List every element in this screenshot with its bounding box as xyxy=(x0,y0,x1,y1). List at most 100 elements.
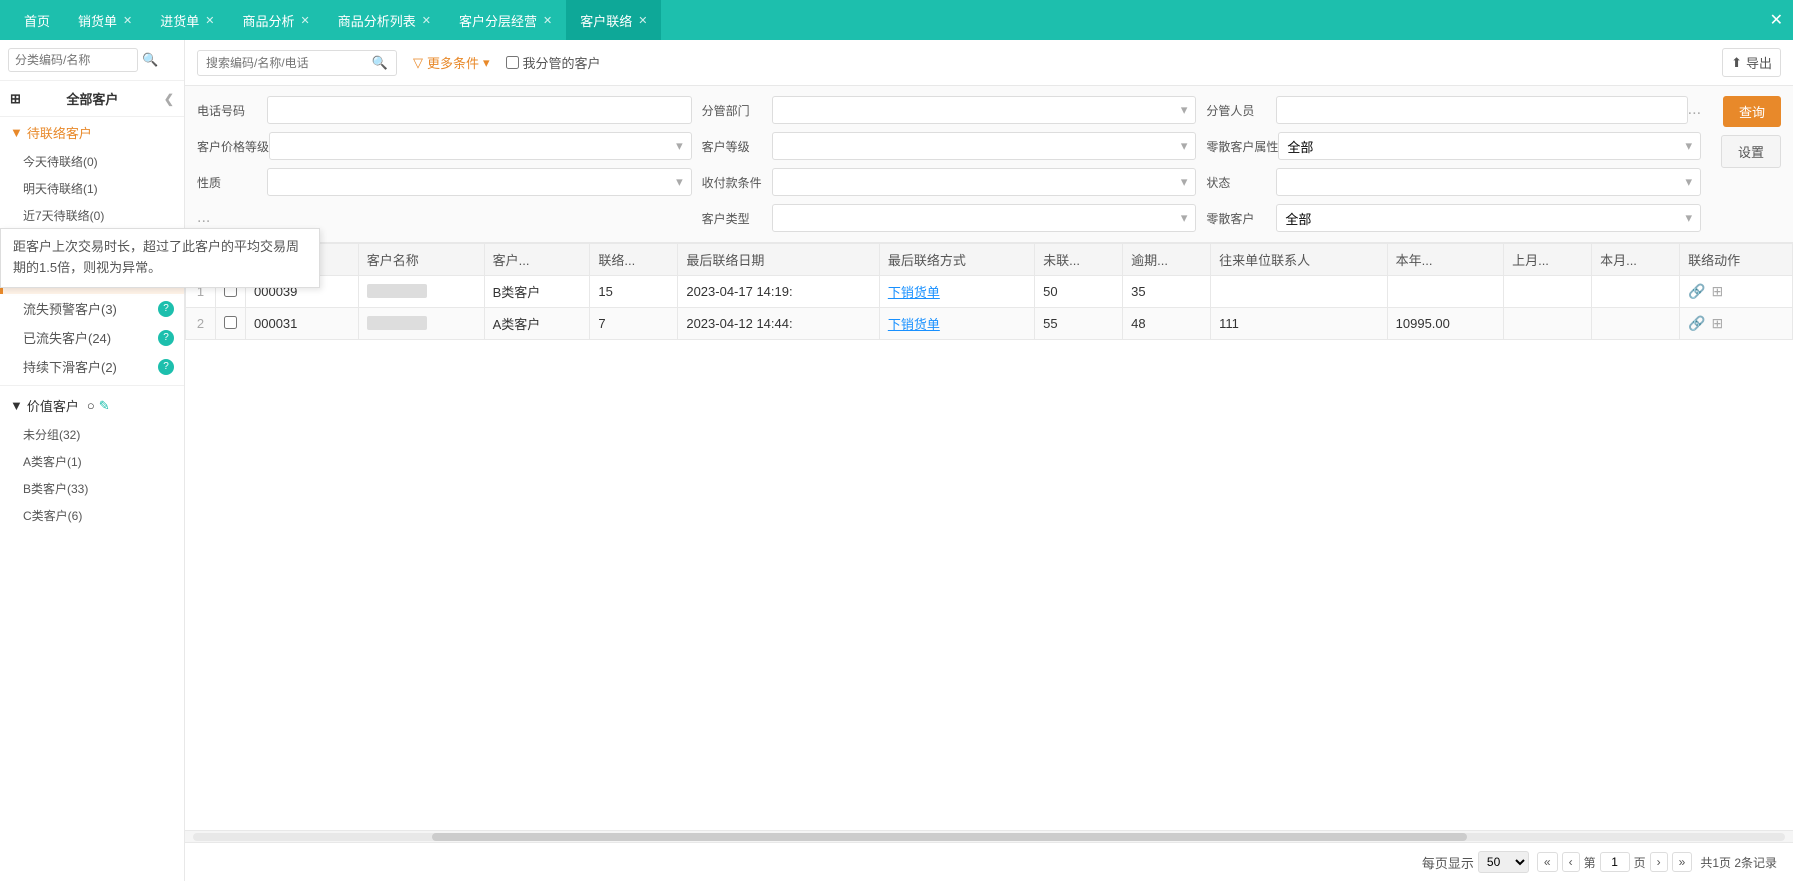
edit-icon[interactable]: ✎ xyxy=(99,398,110,414)
close-product-analysis-icon[interactable]: ✕ xyxy=(301,14,310,27)
customer-type-select[interactable]: ▾ xyxy=(772,204,1197,232)
first-page-button[interactable]: « xyxy=(1537,852,1558,872)
row-method-1[interactable]: 下销货单 xyxy=(879,276,1034,308)
sidebar-item-today[interactable]: 今天待联络(0) xyxy=(0,148,184,175)
link-icon-1[interactable]: 🔗 xyxy=(1688,283,1705,300)
close-purchase-icon[interactable]: ✕ xyxy=(205,14,214,27)
info-icon-lost[interactable]: ? xyxy=(158,330,174,346)
circle-icon: ○ xyxy=(87,398,95,413)
filter-payment: 收付款条件 ▾ xyxy=(702,168,1197,196)
sidebar-item-b-class[interactable]: B类客户(33) xyxy=(0,475,184,502)
collapse-icon[interactable]: ❮ xyxy=(164,92,174,106)
action-icons-1: 🔗 ⊞ xyxy=(1688,283,1784,300)
row-unit-contact-1 xyxy=(1211,276,1388,308)
nav-product-analysis-list[interactable]: 商品分析列表 ✕ xyxy=(324,0,445,40)
row-name-1 xyxy=(358,276,484,308)
left-sidebar: 🔍 ⊞ 全部客户 ❮ ▼ 待联络客户 今天待联络(0) 明天待联络(1) 近7天… xyxy=(0,40,185,881)
extra-dots-button[interactable]: ... xyxy=(197,209,210,227)
phone-input[interactable] xyxy=(267,96,692,124)
page-number-input[interactable] xyxy=(1600,852,1630,872)
row-unit-contact-2: 111 xyxy=(1211,308,1388,340)
nav-customer-tier[interactable]: 客户分层经营 ✕ xyxy=(445,0,566,40)
customer-grade-select[interactable]: ▾ xyxy=(772,132,1197,160)
price-grade-select[interactable]: ▾ xyxy=(269,132,692,160)
row-this-year-1 xyxy=(1387,276,1503,308)
horizontal-scrollbar[interactable] xyxy=(185,830,1793,842)
close-sales-icon[interactable]: ✕ xyxy=(123,14,132,27)
dropdown-arrow-6: ▾ xyxy=(1181,174,1188,190)
nav-product-analysis[interactable]: 商品分析 ✕ xyxy=(228,0,323,40)
sidebar-item-ungroup[interactable]: 未分组(32) xyxy=(0,421,184,448)
search-icon[interactable]: 🔍 xyxy=(372,55,388,71)
grid-icon-1[interactable]: ⊞ xyxy=(1712,283,1724,300)
row-2-checkbox[interactable] xyxy=(224,316,237,329)
export-button[interactable]: ⬆ 导出 xyxy=(1722,48,1781,77)
info-icon-loss[interactable]: ? xyxy=(158,301,174,317)
filter-bar: 🔍 ▽ 更多条件 ▾ 我分管的客户 ⬆ 导出 xyxy=(185,40,1793,86)
scattered-customer-select[interactable]: 全部 ▾ xyxy=(1276,204,1701,232)
filter-customer-type: 客户类型 ▾ xyxy=(702,204,1197,232)
all-customers-title[interactable]: ⊞ 全部客户 ❮ xyxy=(0,81,184,117)
sidebar-item-c-class[interactable]: C类客户(6) xyxy=(0,502,184,529)
data-table: ⚙ 客户编码 客户名称 客户... 联络... 最后联络日期 最后联络方式 未联… xyxy=(185,243,1793,340)
dots-button[interactable]: ... xyxy=(1688,101,1701,119)
scroll-track[interactable] xyxy=(193,833,1785,841)
setting-button[interactable]: 设置 xyxy=(1721,135,1781,168)
sidebar-item-a-class[interactable]: A类客户(1) xyxy=(0,448,184,475)
sidebar-item-7days[interactable]: 近7天待联络(0) xyxy=(0,202,184,229)
row-this-month-2 xyxy=(1592,308,1680,340)
arrow-down-icon: ▼ xyxy=(10,125,23,140)
row-method-2[interactable]: 下销货单 xyxy=(879,308,1034,340)
nav-close-all-button[interactable]: ✕ xyxy=(1770,10,1783,30)
row-this-month-1 xyxy=(1592,276,1680,308)
scattered-attr-select[interactable]: 全部 ▾ xyxy=(1278,132,1701,160)
nature-select[interactable]: ▾ xyxy=(267,168,692,196)
close-product-analysis-list-icon[interactable]: ✕ xyxy=(422,14,431,27)
sidebar-item-lost[interactable]: 已流失客户(24) ? xyxy=(0,323,184,352)
overdue-header: 逾期... xyxy=(1123,244,1211,276)
sidebar-search-input[interactable] xyxy=(8,48,138,72)
search-input[interactable] xyxy=(206,56,372,70)
sidebar-item-tomorrow[interactable]: 明天待联络(1) xyxy=(0,175,184,202)
sidebar-item-declining[interactable]: 持续下滑客户(2) ? xyxy=(0,352,184,381)
pending-group-title[interactable]: ▼ 待联络客户 xyxy=(0,117,184,148)
query-button[interactable]: 查询 xyxy=(1723,96,1781,127)
sidebar-item-loss-warning[interactable]: 流失预警客户(3) ? xyxy=(0,294,184,323)
row-checkbox-2[interactable] xyxy=(216,308,246,340)
prev-page-button[interactable]: ‹ xyxy=(1562,852,1580,872)
next-page-button[interactable]: › xyxy=(1650,852,1668,872)
close-customer-contact-icon[interactable]: ✕ xyxy=(638,14,647,27)
last-page-button[interactable]: » xyxy=(1672,852,1693,872)
filter-row-1: 电话号码 分管部门 ▾ 分管人员 xyxy=(197,96,1701,124)
type-column-header: 客户... xyxy=(484,244,590,276)
my-customers-checkbox-label[interactable]: 我分管的客户 xyxy=(506,53,601,72)
row-type-1: B类客户 xyxy=(484,276,590,308)
method-link-2[interactable]: 下销货单 xyxy=(888,317,940,332)
nav-purchase[interactable]: 进货单 ✕ xyxy=(146,0,228,40)
department-select[interactable]: ▾ xyxy=(772,96,1197,124)
method-link-1[interactable]: 下销货单 xyxy=(888,285,940,300)
my-customers-checkbox[interactable] xyxy=(506,56,519,69)
this-month-header: 本月... xyxy=(1592,244,1680,276)
manager-input[interactable] xyxy=(1276,96,1687,124)
close-customer-tier-icon[interactable]: ✕ xyxy=(543,14,552,27)
nav-sales[interactable]: 销货单 ✕ xyxy=(64,0,146,40)
status-select[interactable]: ▾ xyxy=(1276,168,1701,196)
dropdown-arrow-8: ▾ xyxy=(1181,210,1188,226)
link-icon-2[interactable]: 🔗 xyxy=(1688,315,1705,332)
row-contact-2: 7 xyxy=(590,308,678,340)
sidebar-divider-2 xyxy=(0,385,184,386)
info-icon-declining[interactable]: ? xyxy=(158,359,174,375)
row-this-year-2: 10995.00 xyxy=(1387,308,1503,340)
scroll-thumb[interactable] xyxy=(432,833,1467,841)
search-wrap: 🔍 xyxy=(197,50,397,76)
nav-customer-contact[interactable]: 客户联络 ✕ xyxy=(566,0,661,40)
per-page-dropdown[interactable]: 50 20 100 xyxy=(1478,851,1529,873)
grid-icon-2[interactable]: ⊞ xyxy=(1712,315,1724,332)
nav-home[interactable]: 首页 xyxy=(10,0,64,40)
more-conditions-button[interactable]: ▽ 更多条件 ▾ xyxy=(405,49,498,76)
payment-select[interactable]: ▾ xyxy=(772,168,1197,196)
filter-price-grade: 客户价格等级 ▾ xyxy=(197,132,692,160)
sidebar-search-icon[interactable]: 🔍 xyxy=(142,52,158,68)
value-customer-title[interactable]: ▼ 价值客户 ○ ✎ xyxy=(0,390,184,421)
